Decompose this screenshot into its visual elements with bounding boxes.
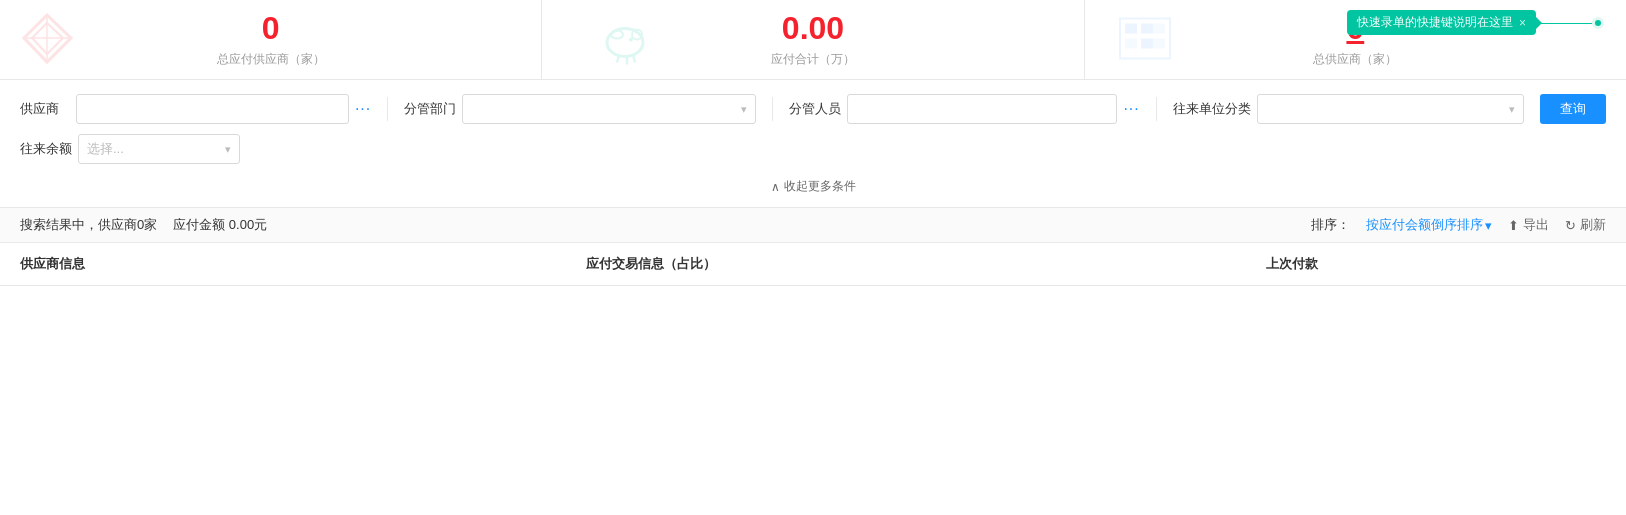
sort-select[interactable]: 按应付会额倒序排序 ▾ xyxy=(1366,216,1492,234)
search-button[interactable]: 查询 xyxy=(1540,94,1606,124)
collapse-button[interactable]: ∧ 收起更多条件 xyxy=(771,178,856,195)
supplier-input[interactable] xyxy=(76,94,349,124)
tooltip-close-btn[interactable]: × xyxy=(1519,16,1526,30)
payable-total-number: 0.00 xyxy=(782,11,844,46)
export-icon: ⬆ xyxy=(1508,218,1519,233)
total-suppliers-label: 总供应商（家） xyxy=(1313,51,1397,68)
supplier-label: 供应商 xyxy=(20,100,70,118)
collapse-row: ∧ 收起更多条件 xyxy=(20,174,1606,197)
person-label: 分管人员 xyxy=(789,100,841,118)
filter-bar: 供应商 ··· 分管部门 ▾ 分管人员 ··· 往来单位分类 ▾ xyxy=(0,80,1626,208)
stats-bar: 0 总应付供应商（家） 0.00 应付合计（万） xyxy=(0,0,1626,80)
department-select[interactable]: ▾ xyxy=(462,94,755,124)
results-actions-area: 排序： 按应付会额倒序排序 ▾ ⬆ 导出 ↻ 刷新 xyxy=(1311,216,1606,234)
refresh-icon: ↻ xyxy=(1565,218,1576,233)
unit-category-label: 往来单位分类 xyxy=(1173,100,1251,118)
refresh-label: 刷新 xyxy=(1580,216,1606,234)
department-chevron-icon: ▾ xyxy=(741,103,747,116)
collapse-label: 收起更多条件 xyxy=(784,178,856,195)
data-table: 供应商信息 应付交易信息（占比） 上次付款 xyxy=(0,243,1626,515)
filter-unit-category: 往来单位分类 ▾ xyxy=(1173,94,1524,124)
column-header-last-payment: 上次付款 xyxy=(1266,255,1606,273)
tooltip-bubble: 快速录单的快捷键说明在这里 × xyxy=(1347,10,1536,35)
total-payable-label: 总应付供应商（家） xyxy=(217,51,325,68)
stat-payable-total: 0.00 应付合计（万） xyxy=(542,0,1084,79)
filter-person: 分管人员 ··· xyxy=(789,94,1140,124)
stat-total-suppliers: 快速录单的快捷键说明在这里 × 0 总供应商（家） xyxy=(1085,0,1626,79)
unit-category-chevron-icon: ▾ xyxy=(1509,103,1515,116)
table-header: 供应商信息 应付交易信息（占比） 上次付款 xyxy=(0,243,1626,286)
filter-row-1: 供应商 ··· 分管部门 ▾ 分管人员 ··· 往来单位分类 ▾ xyxy=(20,94,1606,124)
balance-chevron-icon: ▾ xyxy=(225,143,231,156)
refresh-button[interactable]: ↻ 刷新 xyxy=(1565,216,1606,234)
results-info-text: 搜索结果中，供应商0家 xyxy=(20,216,157,234)
filter-balance: 往来余额 选择... ▾ xyxy=(20,134,240,164)
stat-2-wrapper: 0.00 应付合计（万） xyxy=(542,0,1083,79)
person-dots-btn[interactable]: ··· xyxy=(1123,100,1139,118)
sort-label: 排序： xyxy=(1311,216,1350,234)
tooltip-text: 快速录单的快捷键说明在这里 xyxy=(1357,14,1513,31)
balance-select[interactable]: 选择... ▾ xyxy=(78,134,240,164)
unit-category-select[interactable]: ▾ xyxy=(1257,94,1524,124)
total-payable-number: 0 xyxy=(262,11,280,46)
balance-label: 往来余额 xyxy=(20,140,72,158)
collapse-chevron-icon: ∧ xyxy=(771,180,780,194)
filter-department: 分管部门 ▾ xyxy=(404,94,755,124)
department-label: 分管部门 xyxy=(404,100,456,118)
person-input[interactable] xyxy=(847,94,1118,124)
export-button[interactable]: ⬆ 导出 xyxy=(1508,216,1549,234)
results-info-area: 搜索结果中，供应商0家 应付金额 0.00元 xyxy=(20,216,267,234)
column-header-transaction: 应付交易信息（占比） xyxy=(586,255,1266,273)
column-header-supplier: 供应商信息 xyxy=(20,255,586,273)
export-label: 导出 xyxy=(1523,216,1549,234)
sort-chevron-icon: ▾ xyxy=(1485,218,1492,233)
filter-supplier: 供应商 ··· xyxy=(20,94,371,124)
divider-1 xyxy=(387,97,388,121)
results-amount-text: 应付金额 0.00元 xyxy=(173,216,267,234)
table-body xyxy=(0,286,1626,515)
payable-total-label: 应付合计（万） xyxy=(771,51,855,68)
divider-3 xyxy=(1156,97,1157,121)
balance-placeholder: 选择... xyxy=(87,140,124,158)
stat-1-wrapper: 0 总应付供应商（家） xyxy=(0,0,541,79)
sort-value-text: 按应付会额倒序排序 xyxy=(1366,216,1483,234)
results-bar: 搜索结果中，供应商0家 应付金额 0.00元 排序： 按应付会额倒序排序 ▾ ⬆… xyxy=(0,208,1626,243)
filter-row-2: 往来余额 选择... ▾ xyxy=(20,134,1606,164)
stat-total-payable-suppliers: 0 总应付供应商（家） xyxy=(0,0,542,79)
supplier-dots-btn[interactable]: ··· xyxy=(355,100,371,118)
divider-2 xyxy=(772,97,773,121)
